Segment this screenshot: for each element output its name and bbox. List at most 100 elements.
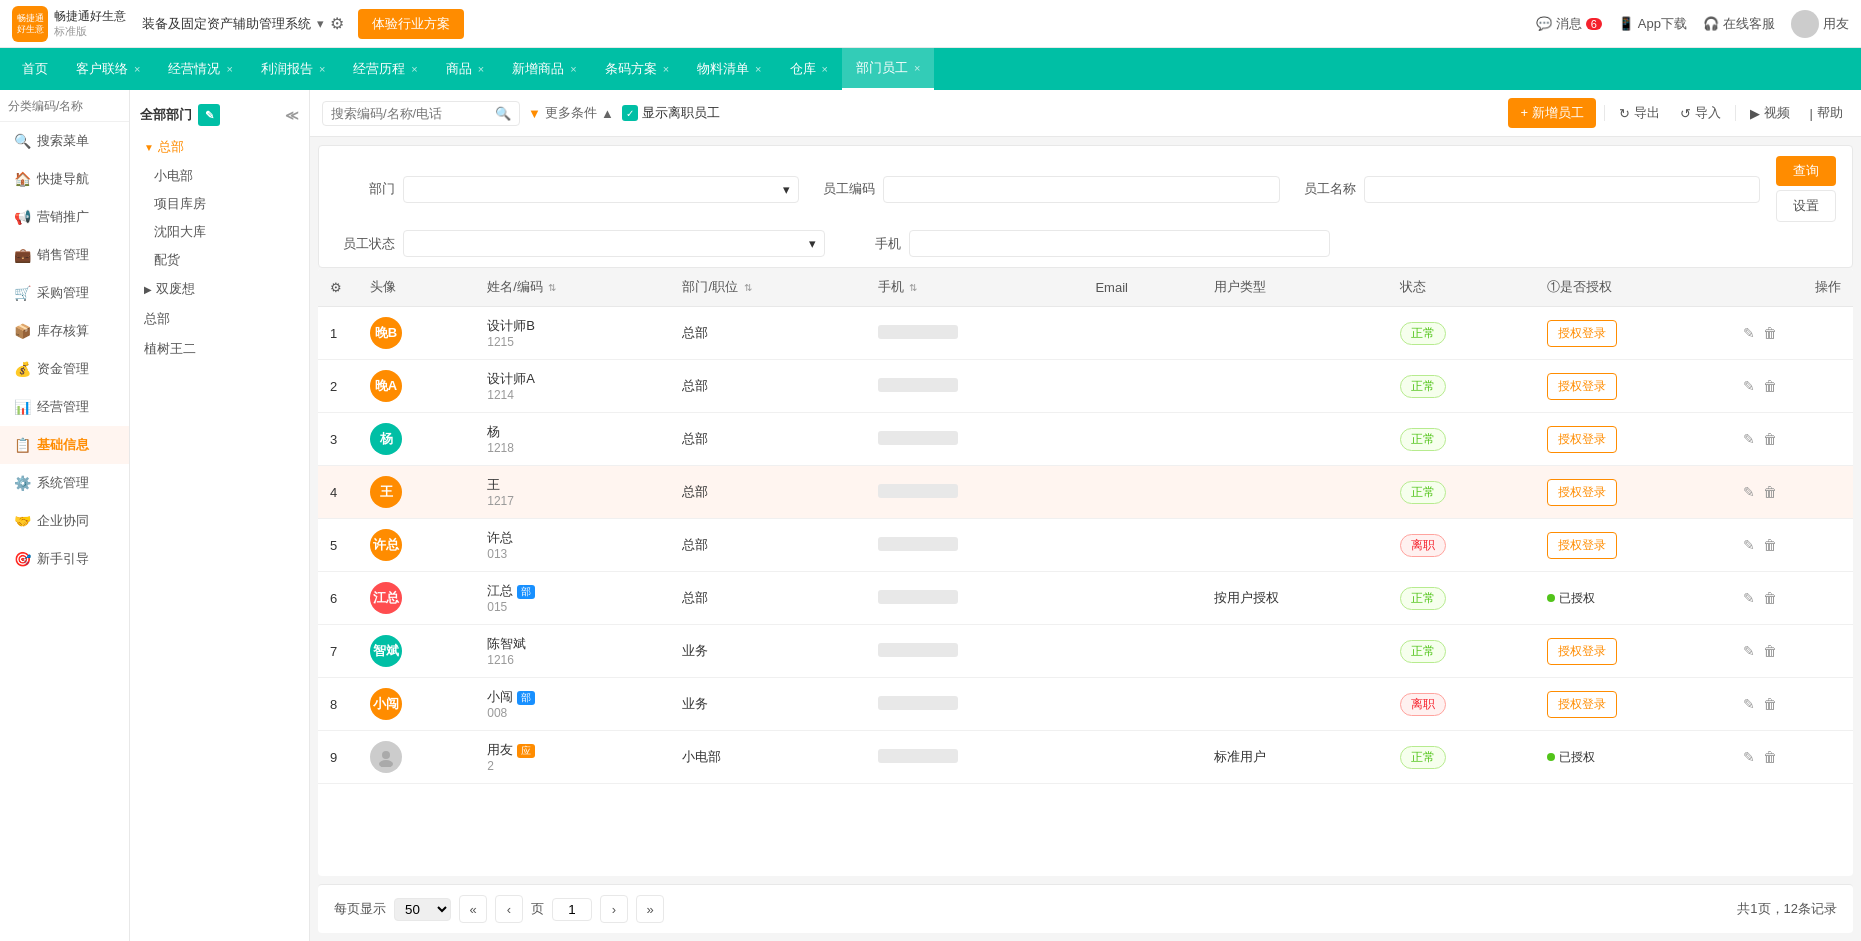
nav-tab-物料清单[interactable]: 物料清单× (683, 48, 775, 90)
tab-close-icon[interactable]: × (226, 63, 232, 75)
edit-icon[interactable]: ✎ (1743, 325, 1755, 341)
dept-select[interactable]: ▾ (403, 176, 799, 203)
tab-close-icon[interactable]: × (663, 63, 669, 75)
phone-input[interactable] (909, 230, 1331, 257)
edit-icon[interactable]: ✎ (1743, 378, 1755, 394)
edit-icon[interactable]: ✎ (1743, 484, 1755, 500)
first-page-btn[interactable]: « (459, 895, 487, 923)
emp-code-input[interactable] (883, 176, 1279, 203)
tree-node-zhishuwanger[interactable]: 植树王二 (130, 334, 309, 364)
th-dept[interactable]: 部门/职位 ⇅ (670, 268, 865, 307)
tab-close-icon[interactable]: × (134, 63, 140, 75)
auth-login-btn[interactable]: 授权登录 (1547, 320, 1617, 347)
tab-close-icon[interactable]: × (755, 63, 761, 75)
sidebar-item-销售管理[interactable]: 💼销售管理 (0, 236, 129, 274)
edit-icon[interactable]: ✎ (1743, 696, 1755, 712)
edit-icon[interactable]: ✎ (1743, 431, 1755, 447)
auth-login-btn[interactable]: 授权登录 (1547, 426, 1617, 453)
delete-icon[interactable]: 🗑 (1763, 484, 1777, 500)
delete-icon[interactable]: 🗑 (1763, 749, 1777, 765)
auth-login-btn[interactable]: 授权登录 (1547, 638, 1617, 665)
system-dropdown-icon[interactable]: ▾ (317, 16, 324, 31)
tree-node-zongbu[interactable]: ▼总部 (130, 132, 309, 162)
next-page-btn[interactable]: › (600, 895, 628, 923)
settings-icon[interactable]: ⚙ (330, 14, 344, 33)
sidebar-item-资金管理[interactable]: 💰资金管理 (0, 350, 129, 388)
add-employee-button[interactable]: + 新增员工 (1508, 98, 1595, 128)
edit-icon[interactable]: ✎ (1743, 590, 1755, 606)
nav-tab-部门员工[interactable]: 部门员工× (842, 48, 934, 90)
tree-edit-icon[interactable]: ✎ (198, 104, 220, 126)
emp-status-select[interactable]: ▾ (403, 230, 825, 257)
auth-login-btn[interactable]: 授权登录 (1547, 532, 1617, 559)
nav-tab-客户联络[interactable]: 客户联络× (62, 48, 154, 90)
delete-icon[interactable]: 🗑 (1763, 590, 1777, 606)
tree-child-xiaodibu[interactable]: 小电部 (130, 162, 309, 190)
nav-tab-利润报告[interactable]: 利润报告× (247, 48, 339, 90)
delete-icon[interactable]: 🗑 (1763, 537, 1777, 553)
tab-close-icon[interactable]: × (319, 63, 325, 75)
query-button[interactable]: 查询 (1776, 156, 1836, 186)
sidebar-item-采购管理[interactable]: 🛒采购管理 (0, 274, 129, 312)
nav-tab-条码方案[interactable]: 条码方案× (591, 48, 683, 90)
nav-tab-新增商品[interactable]: 新增商品× (498, 48, 590, 90)
sidebar-item-新手引导[interactable]: 🎯新手引导 (0, 540, 129, 578)
tab-close-icon[interactable]: × (411, 63, 417, 75)
last-page-btn[interactable]: » (636, 895, 664, 923)
delete-icon[interactable]: 🗑 (1763, 696, 1777, 712)
export-btn[interactable]: ↻ 导出 (1613, 100, 1666, 126)
sidebar-item-库存核算[interactable]: 📦库存核算 (0, 312, 129, 350)
search-input[interactable] (331, 106, 491, 121)
auth-login-btn[interactable]: 授权登录 (1547, 479, 1617, 506)
nav-tab-仓库[interactable]: 仓库× (776, 48, 842, 90)
app-download-btn[interactable]: 📱 App下载 (1618, 15, 1687, 33)
trial-button[interactable]: 体验行业方案 (358, 9, 464, 39)
view-btn[interactable]: ▶ 视频 (1744, 100, 1796, 126)
th-name[interactable]: 姓名/编码 ⇅ (475, 268, 670, 307)
auth-login-btn[interactable]: 授权登录 (1547, 373, 1617, 400)
tree-child-xianmuhouse[interactable]: 项目库房 (130, 190, 309, 218)
sidebar-item-基础信息[interactable]: 📋基础信息 (0, 426, 129, 464)
nav-tab-首页[interactable]: 首页 (8, 48, 62, 90)
online-service-btn[interactable]: 🎧 在线客服 (1703, 15, 1775, 33)
edit-icon[interactable]: ✎ (1743, 643, 1755, 659)
nav-tab-经营情况[interactable]: 经营情况× (154, 48, 246, 90)
sidebar-item-系统管理[interactable]: ⚙️系统管理 (0, 464, 129, 502)
th-phone[interactable]: 手机 ⇅ (866, 268, 1084, 307)
tree-node-zongbu2[interactable]: 总部 (130, 304, 309, 334)
import-btn[interactable]: ↺ 导入 (1674, 100, 1727, 126)
delete-icon[interactable]: 🗑 (1763, 643, 1777, 659)
tab-close-icon[interactable]: × (570, 63, 576, 75)
setup-button[interactable]: 设置 (1776, 190, 1836, 222)
delete-icon[interactable]: 🗑 (1763, 325, 1777, 341)
tab-close-icon[interactable]: × (822, 63, 828, 75)
prev-page-btn[interactable]: ‹ (495, 895, 523, 923)
sidebar-search-input[interactable] (8, 99, 130, 113)
edit-icon[interactable]: ✎ (1743, 749, 1755, 765)
sidebar-item-搜索菜单[interactable]: 🔍搜索菜单 (0, 122, 129, 160)
help-btn[interactable]: | 帮助 (1804, 100, 1849, 126)
user-menu-btn[interactable]: 用友 (1791, 10, 1849, 38)
page-size-select[interactable]: 50 100 (394, 898, 451, 921)
sidebar-item-经营管理[interactable]: 📊经营管理 (0, 388, 129, 426)
th-settings[interactable]: ⚙ (318, 268, 358, 307)
page-number-input[interactable] (552, 898, 592, 921)
edit-icon[interactable]: ✎ (1743, 537, 1755, 553)
tree-child-peihuo[interactable]: 配货 (130, 246, 309, 274)
auth-login-btn[interactable]: 授权登录 (1547, 691, 1617, 718)
delete-icon[interactable]: 🗑 (1763, 431, 1777, 447)
tree-child-shenyang[interactable]: 沈阳大库 (130, 218, 309, 246)
tab-close-icon[interactable]: × (914, 62, 920, 74)
sidebar-item-营销推广[interactable]: 📢营销推广 (0, 198, 129, 236)
sidebar-item-企业协同[interactable]: 🤝企业协同 (0, 502, 129, 540)
more-filters-btn[interactable]: ▼ 更多条件 ▲ (528, 104, 614, 122)
delete-icon[interactable]: 🗑 (1763, 378, 1777, 394)
tab-close-icon[interactable]: × (478, 63, 484, 75)
emp-name-input[interactable] (1364, 176, 1760, 203)
nav-tab-商品[interactable]: 商品× (432, 48, 498, 90)
tree-node-shuangfeixiang[interactable]: ▶双废想 (130, 274, 309, 304)
nav-tab-经营历程[interactable]: 经营历程× (339, 48, 431, 90)
message-btn[interactable]: 💬 消息 6 (1536, 15, 1602, 33)
tree-collapse-icon[interactable]: ≪ (285, 108, 299, 123)
show-resigned-toggle[interactable]: ✓ 显示离职员工 (622, 104, 720, 122)
